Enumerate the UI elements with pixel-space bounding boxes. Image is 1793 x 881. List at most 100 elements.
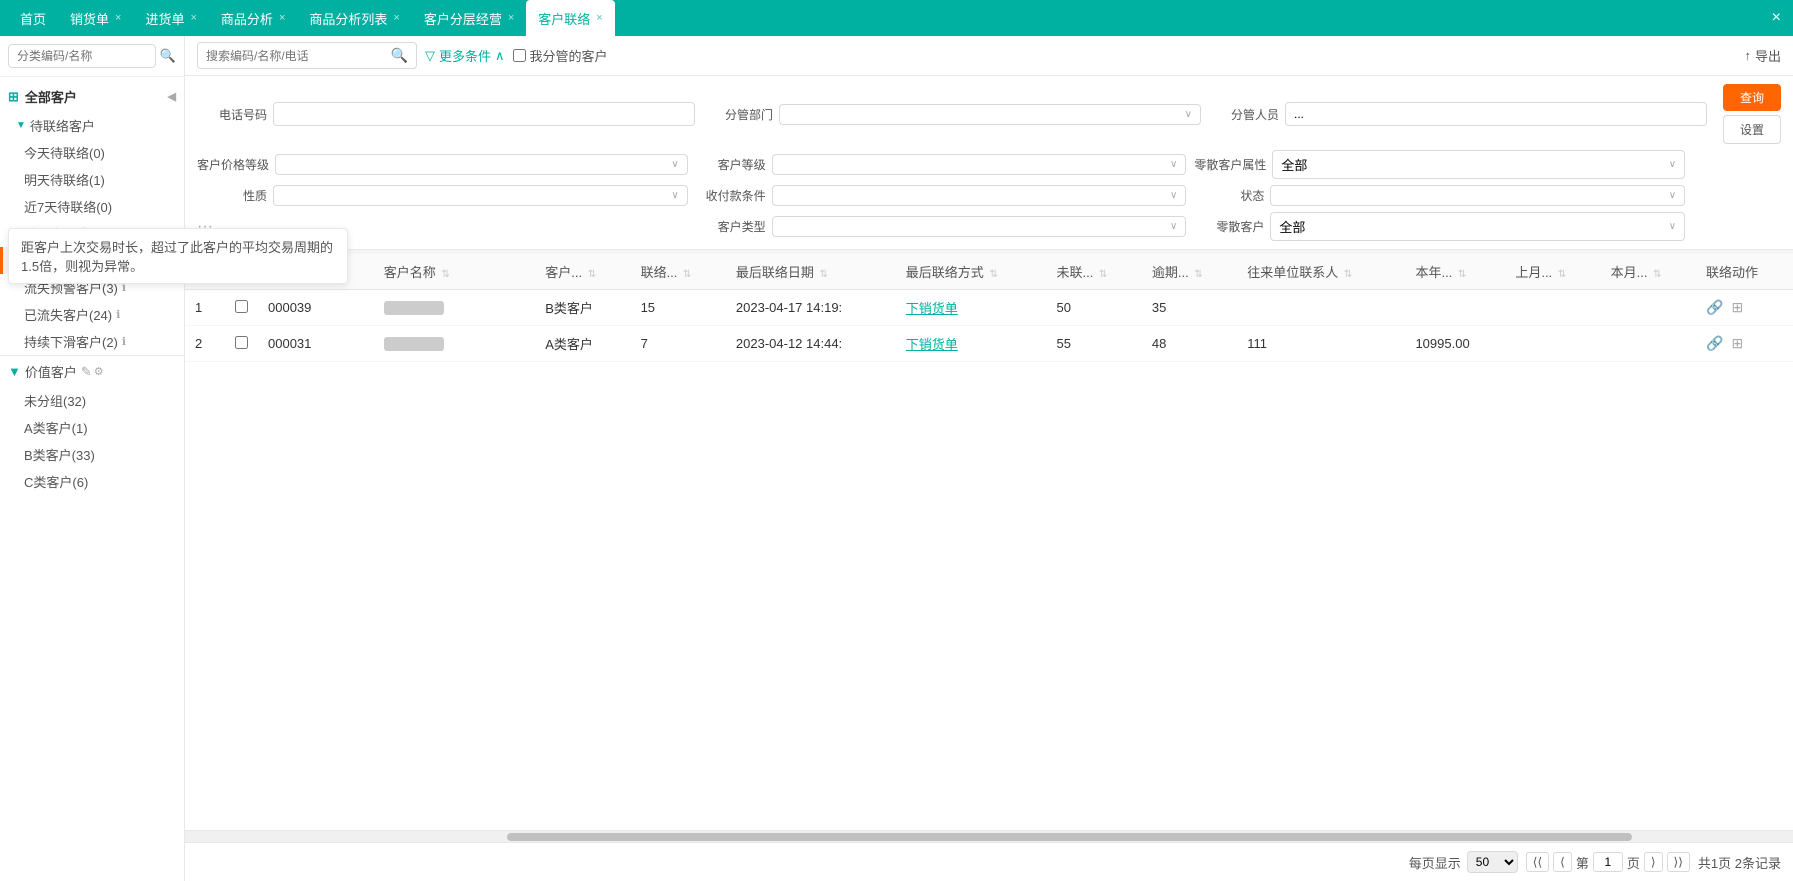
chevron-down-icon: ∨: [1170, 159, 1177, 170]
table-wrapper[interactable]: ⚙ 客户编码 ⇅ 客户名称 ⇅: [185, 254, 1793, 830]
prev-page-button[interactable]: ⟨: [1553, 852, 1572, 872]
row-checkbox[interactable]: [235, 300, 248, 313]
table-row: 2 000031 A类客户 7 2023-04-12 14:44: 下销货单 5…: [185, 326, 1793, 362]
sidebar-item-churned[interactable]: 已流失客户(24) ℹ: [0, 301, 184, 328]
tab-home[interactable]: 首页: [8, 0, 58, 36]
action-icons: 🔗 ⊞: [1706, 299, 1783, 316]
cell-last-contact-type[interactable]: 下销货单: [896, 290, 1047, 326]
col-contacts[interactable]: 往来单位联系人 ⇅: [1237, 254, 1405, 290]
col-contact-count[interactable]: 联络... ⇅: [631, 254, 726, 290]
manager-input[interactable]: [1285, 102, 1707, 126]
sort-icon: ⇅: [1558, 269, 1566, 280]
sort-icon: ⇅: [1458, 269, 1466, 280]
close-all-tabs-button[interactable]: ×: [1772, 9, 1781, 27]
tooltip-popup: 距客户上次交易时长，超过了此客户的平均交易周期的1.5倍，则视为异常。: [185, 228, 348, 284]
sidebar-item-c-class[interactable]: C类客户(6): [0, 468, 184, 495]
settings-button[interactable]: 设置: [1723, 115, 1781, 144]
sidebar-search-bar: 🔍: [0, 36, 184, 77]
link-action-icon[interactable]: 🔗: [1706, 335, 1723, 352]
status-select[interactable]: ∨: [1270, 185, 1685, 206]
customer-type-select[interactable]: ∨: [772, 216, 1187, 237]
col-last-month[interactable]: 上月... ⇅: [1505, 254, 1600, 290]
action-icons: 🔗 ⊞: [1706, 335, 1783, 352]
page-number-input[interactable]: [1593, 852, 1623, 872]
sidebar-item-a-class[interactable]: A类客户(1): [0, 414, 184, 441]
tab-sales-order[interactable]: 销货单 ×: [58, 0, 133, 36]
tab-product-analysis[interactable]: 商品分析 ×: [209, 0, 297, 36]
edit-icon[interactable]: ✎: [81, 364, 92, 380]
first-page-button[interactable]: ⟨⟨: [1526, 852, 1549, 872]
col-name[interactable]: 客户名称 ⇅: [374, 254, 535, 290]
col-last-contact-date[interactable]: 最后联络日期 ⇅: [726, 254, 896, 290]
sort-icon: ⇅: [1099, 269, 1107, 280]
nature-select[interactable]: ∨: [273, 185, 688, 206]
sidebar-item-declining[interactable]: 持续下滑客户(2) ℹ: [0, 328, 184, 355]
cell-action: 🔗 ⊞: [1696, 326, 1793, 362]
filter-nature: 性质 ∨: [197, 185, 688, 206]
tab-product-analysis-list[interactable]: 商品分析列表 ×: [297, 0, 411, 36]
sidebar-search-icon[interactable]: 🔍: [160, 48, 176, 64]
last-contact-type-link[interactable]: 下销货单: [906, 337, 958, 352]
my-customers-checkbox[interactable]: [513, 49, 526, 62]
tab-customer-segmentation[interactable]: 客户分层经营 ×: [412, 0, 526, 36]
phone-input[interactable]: [273, 102, 695, 126]
sidebar-pending-group[interactable]: ▼ 待联络客户: [0, 112, 184, 139]
col-this-year[interactable]: 本年... ⇅: [1405, 254, 1505, 290]
col-level[interactable]: 客户... ⇅: [535, 254, 630, 290]
settings-small-icon[interactable]: ⚙: [94, 365, 104, 378]
customer-table: ⚙ 客户编码 ⇅ 客户名称 ⇅: [185, 254, 1793, 362]
col-unpaid[interactable]: 未联... ⇅: [1047, 254, 1142, 290]
cell-last-contact-type[interactable]: 下销货单: [896, 326, 1047, 362]
sidebar-item-7day-pending[interactable]: 近7天待联络(0): [0, 193, 184, 220]
sidebar-item-tomorrow-pending[interactable]: 明天待联络(1): [0, 166, 184, 193]
filter-payment-terms: 收付款条件 ∨: [696, 185, 1187, 206]
scrollbar-thumb[interactable]: [507, 833, 1633, 841]
cell-checkbox: [225, 290, 258, 326]
sidebar-all-customers[interactable]: ⊞ 全部客户 ◀: [0, 81, 184, 112]
horizontal-scrollbar[interactable]: [185, 830, 1793, 842]
col-overdue[interactable]: 逾期... ⇅: [1142, 254, 1237, 290]
customer-level-select[interactable]: ∨: [772, 154, 1187, 175]
last-contact-type-link[interactable]: 下销货单: [906, 301, 958, 316]
payment-terms-select[interactable]: ∨: [772, 185, 1187, 206]
tab-customer-contact[interactable]: 客户联络 ×: [526, 0, 614, 36]
next-page-button[interactable]: ⟩: [1644, 852, 1663, 872]
filter-actions: 查询 设置: [1723, 84, 1781, 144]
sidebar-item-ungrouped[interactable]: 未分组(32): [0, 387, 184, 414]
sort-icon: ⇅: [1653, 269, 1661, 280]
price-level-select[interactable]: ∨: [275, 154, 688, 175]
export-button[interactable]: ↑ 导出: [1744, 46, 1781, 65]
tab-close-icon[interactable]: ×: [115, 12, 121, 24]
chevron-down-icon: ∨: [1669, 159, 1676, 170]
search-icon[interactable]: 🔍: [391, 47, 408, 64]
per-page-select[interactable]: 50 100 200: [1467, 851, 1518, 873]
table-area: ⚙ 客户编码 ⇅ 客户名称 ⇅: [185, 254, 1793, 881]
retail-attr-select[interactable]: 全部 ∨: [1272, 150, 1685, 179]
last-page-button[interactable]: ⟩⟩: [1667, 852, 1690, 872]
collapse-icon[interactable]: ◀: [168, 90, 176, 103]
grid-action-icon[interactable]: ⊞: [1731, 335, 1743, 352]
link-action-icon[interactable]: 🔗: [1706, 299, 1723, 316]
row-checkbox[interactable]: [235, 336, 248, 349]
sidebar-item-today-pending[interactable]: 今天待联络(0): [0, 139, 184, 166]
query-button[interactable]: 查询: [1723, 84, 1781, 111]
filter-price-level: 客户价格等级 ∨: [197, 154, 688, 175]
tab-close-icon[interactable]: ×: [508, 12, 514, 24]
retail-customer-select[interactable]: 全部 ∨: [1270, 212, 1685, 241]
cell-overdue: 48: [1142, 326, 1237, 362]
col-this-month[interactable]: 本月... ⇅: [1601, 254, 1696, 290]
sidebar-search-input[interactable]: [8, 44, 156, 68]
tab-purchase-order[interactable]: 进货单 ×: [133, 0, 208, 36]
more-conditions-btn[interactable]: ▽ 更多条件 ∧: [425, 46, 505, 65]
tab-close-icon[interactable]: ×: [596, 12, 602, 24]
col-last-contact-type[interactable]: 最后联络方式 ⇅: [896, 254, 1047, 290]
tab-close-icon[interactable]: ×: [279, 12, 285, 24]
main-search-input[interactable]: [206, 49, 391, 63]
tab-close-icon[interactable]: ×: [190, 12, 196, 24]
tab-close-icon[interactable]: ×: [393, 12, 399, 24]
cell-code: 000039: [258, 290, 374, 326]
dept-select[interactable]: ∨: [779, 104, 1201, 125]
sidebar-item-b-class[interactable]: B类客户(33): [0, 441, 184, 468]
grid-action-icon[interactable]: ⊞: [1731, 299, 1743, 316]
chevron-down-icon: ∨: [1185, 109, 1192, 120]
